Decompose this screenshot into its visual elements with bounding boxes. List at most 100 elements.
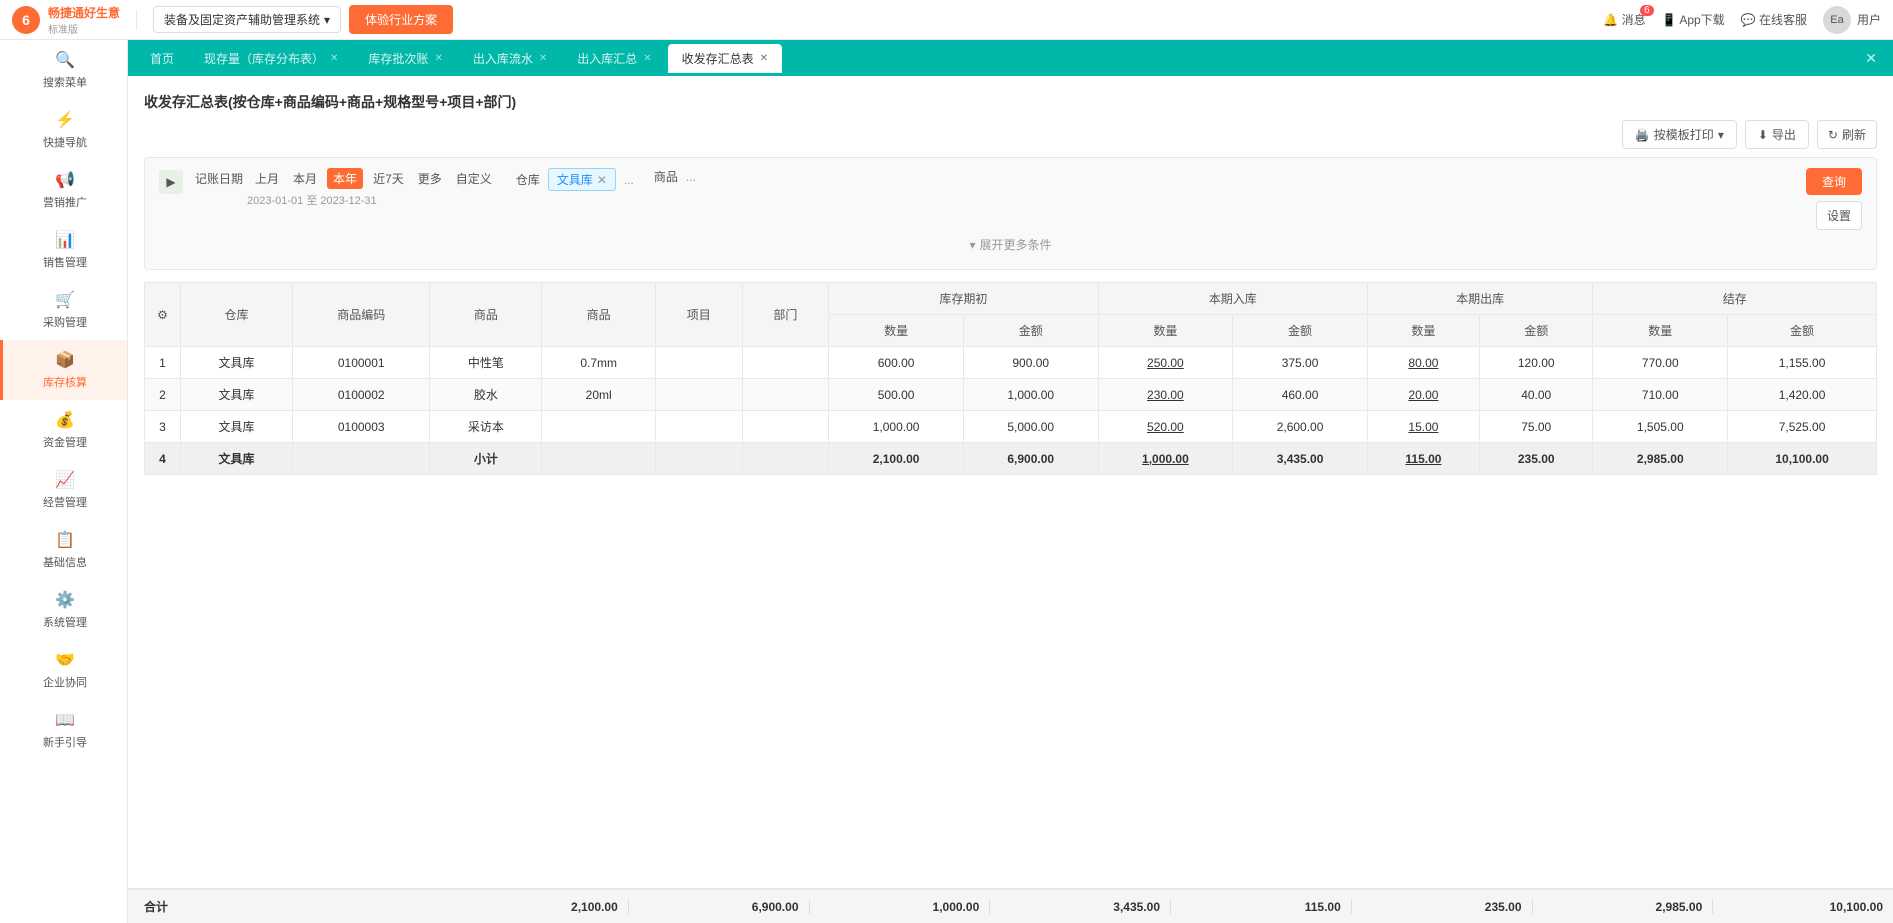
box-icon: 📦 <box>55 350 75 370</box>
cell-in-qty[interactable]: 520.00 <box>1098 411 1233 443</box>
cell-in-qty[interactable]: 230.00 <box>1098 379 1233 411</box>
tab-inout-summary-label: 出入库汇总 <box>577 50 637 67</box>
cell-in-qty[interactable]: 250.00 <box>1098 347 1233 379</box>
sidebar-item-purchase[interactable]: 🛒 采购管理 <box>0 280 127 340</box>
close-icon[interactable]: ✕ <box>330 53 338 64</box>
cell-index: 3 <box>145 411 181 443</box>
cell-warehouse: 文具库 <box>181 443 293 475</box>
date-btn-this-month[interactable]: 本月 <box>289 168 321 189</box>
tab-bar-close[interactable]: ✕ <box>1857 50 1885 67</box>
close-icon[interactable]: ✕ <box>434 53 442 64</box>
cell-in-qty[interactable]: 1,000.00 <box>1098 443 1233 475</box>
th-opening-qty: 数量 <box>829 315 964 347</box>
sidebar-item-operation[interactable]: 📈 经营管理 <box>0 460 127 520</box>
date-btn-7days[interactable]: 近7天 <box>369 168 408 189</box>
tab-inout-summary[interactable]: 出入库汇总 ✕ <box>563 44 665 73</box>
search-icon: 🔍 <box>55 50 75 70</box>
th-goods-code: 商品编码 <box>293 283 430 347</box>
warehouse-label: 仓库 <box>516 171 540 188</box>
app-info: 畅捷通好生意 标准版 <box>48 4 120 36</box>
footer-in-amount: 3,435.00 <box>990 900 1171 914</box>
footer-out-amount: 235.00 <box>1352 900 1533 914</box>
th-goods-name: 商品 <box>430 283 542 347</box>
th-closing-qty: 数量 <box>1593 315 1728 347</box>
sidebar-item-finance[interactable]: 💰 资金管理 <box>0 400 127 460</box>
notification-bell[interactable]: 🔔 消息 6 <box>1603 11 1645 28</box>
date-filter-group: 记账日期 上月 本月 本年 近7天 更多 自定义 2023 <box>195 168 496 208</box>
expand-button[interactable]: ▾ 展开更多条件 <box>969 236 1051 253</box>
user-area[interactable]: Ea 用户 <box>1823 6 1881 34</box>
user-label: 用户 <box>1857 11 1881 28</box>
cell-goods-name: 中性笔 <box>430 347 542 379</box>
tab-home[interactable]: 首页 <box>136 44 188 73</box>
footer-label: 合计 <box>128 898 448 915</box>
sidebar-item-company[interactable]: 🤝 企业协同 <box>0 640 127 700</box>
close-icon[interactable]: ✕ <box>539 53 547 64</box>
print-button[interactable]: 🖨️ 按模板打印 ▾ <box>1622 120 1737 149</box>
goods-more-btn[interactable]: ... <box>686 170 696 184</box>
online-service-link[interactable]: 💬 在线客服 <box>1741 11 1807 28</box>
book-icon: 📖 <box>55 710 75 730</box>
cell-opening-qty: 600.00 <box>829 347 964 379</box>
date-btn-this-year[interactable]: 本年 <box>327 168 363 189</box>
warehouse-tag-remove[interactable]: ✕ <box>597 173 607 187</box>
warehouse-more-btn[interactable]: ... <box>624 173 634 187</box>
table-footer: 合计 2,100.00 6,900.00 1,000.00 3,435.00 1… <box>128 888 1893 923</box>
sidebar-label-system: 系统管理 <box>43 614 87 630</box>
cell-closing-qty: 770.00 <box>1593 347 1728 379</box>
cell-out-qty[interactable]: 20.00 <box>1367 379 1479 411</box>
th-closing-amount: 金额 <box>1728 315 1877 347</box>
data-table: ⚙ 仓库 商品编码 商品 商品 项目 部门 库存期初 本期入库 本期出库 结存 <box>144 282 1877 475</box>
page-content: 收发存汇总表(按仓库+商品编码+商品+规格型号+项目+部门) 🖨️ 按模板打印 … <box>128 76 1893 923</box>
cell-out-qty[interactable]: 115.00 <box>1367 443 1479 475</box>
sidebar-item-sales[interactable]: 📊 销售管理 <box>0 220 127 280</box>
tab-inventory-dist[interactable]: 现存量（库存分布表） ✕ <box>190 44 352 73</box>
cell-closing-qty: 1,505.00 <box>1593 411 1728 443</box>
filter-toggle-btn[interactable]: ▶ <box>159 170 183 194</box>
date-btn-more[interactable]: 更多 <box>414 168 446 189</box>
cell-project <box>655 379 742 411</box>
app-download-link[interactable]: 📱 App下载 <box>1662 11 1725 28</box>
app-logo: 6 <box>12 6 40 34</box>
tab-batch[interactable]: 库存批次账 ✕ <box>354 44 456 73</box>
sidebar: 🔍 搜索菜单 ⚡ 快捷导航 📢 营销推广 📊 销售管理 🛒 采购管理 📦 库存核… <box>0 40 128 923</box>
gear-icon: ⚙️ <box>55 590 75 610</box>
cell-in-amount: 375.00 <box>1233 347 1368 379</box>
tab-stock-summary[interactable]: 收发存汇总表 ✕ <box>668 44 782 73</box>
filter-row: ▶ 记账日期 上月 本月 本年 近7天 <box>159 168 1862 230</box>
top-bar-left: 6 畅捷通好生意 标准版 装备及固定资产辅助管理系统 ▾ 体验行业方案 <box>12 4 453 36</box>
close-icon[interactable]: ✕ <box>760 53 768 64</box>
cell-out-qty[interactable]: 80.00 <box>1367 347 1479 379</box>
cell-in-amount: 3,435.00 <box>1233 443 1368 475</box>
close-icon[interactable]: ✕ <box>643 53 651 64</box>
download-icon: 📱 <box>1662 13 1677 27</box>
sidebar-item-marketing[interactable]: 📢 营销推广 <box>0 160 127 220</box>
cell-out-qty[interactable]: 15.00 <box>1367 411 1479 443</box>
export-button[interactable]: ⬇ 导出 <box>1745 120 1809 149</box>
cell-spec: 20ml <box>542 379 655 411</box>
tab-inout-flow-label: 出入库流水 <box>473 50 533 67</box>
system-selector[interactable]: 装备及固定资产辅助管理系统 ▾ <box>153 6 341 33</box>
refresh-button[interactable]: ↻ 刷新 <box>1817 120 1877 149</box>
cell-project <box>655 411 742 443</box>
sidebar-item-quick[interactable]: ⚡ 快捷导航 <box>0 100 127 160</box>
query-button[interactable]: 查询 <box>1806 168 1862 195</box>
sidebar-item-inventory[interactable]: 📦 库存核算 <box>0 340 127 400</box>
sidebar-label-finance: 资金管理 <box>43 434 87 450</box>
cell-warehouse: 文具库 <box>181 411 293 443</box>
date-btn-last-month[interactable]: 上月 <box>251 168 283 189</box>
sidebar-item-search[interactable]: 🔍 搜索菜单 <box>0 40 127 100</box>
experience-button[interactable]: 体验行业方案 <box>349 5 453 34</box>
flash-icon: ⚡ <box>55 110 75 130</box>
cell-closing-amount: 10,100.00 <box>1728 443 1877 475</box>
sidebar-item-system[interactable]: ⚙️ 系统管理 <box>0 580 127 640</box>
cell-index: 1 <box>145 347 181 379</box>
th-department: 部门 <box>742 283 829 347</box>
chevron-down-icon: ▾ <box>1718 128 1724 142</box>
sidebar-item-guide[interactable]: 📖 新手引导 <box>0 700 127 760</box>
sidebar-item-basic[interactable]: 📋 基础信息 <box>0 520 127 580</box>
date-btn-custom[interactable]: 自定义 <box>452 168 496 189</box>
tab-inout-flow[interactable]: 出入库流水 ✕ <box>459 44 561 73</box>
sidebar-label-purchase: 采购管理 <box>43 314 87 330</box>
settings-button[interactable]: 设置 <box>1816 201 1862 230</box>
